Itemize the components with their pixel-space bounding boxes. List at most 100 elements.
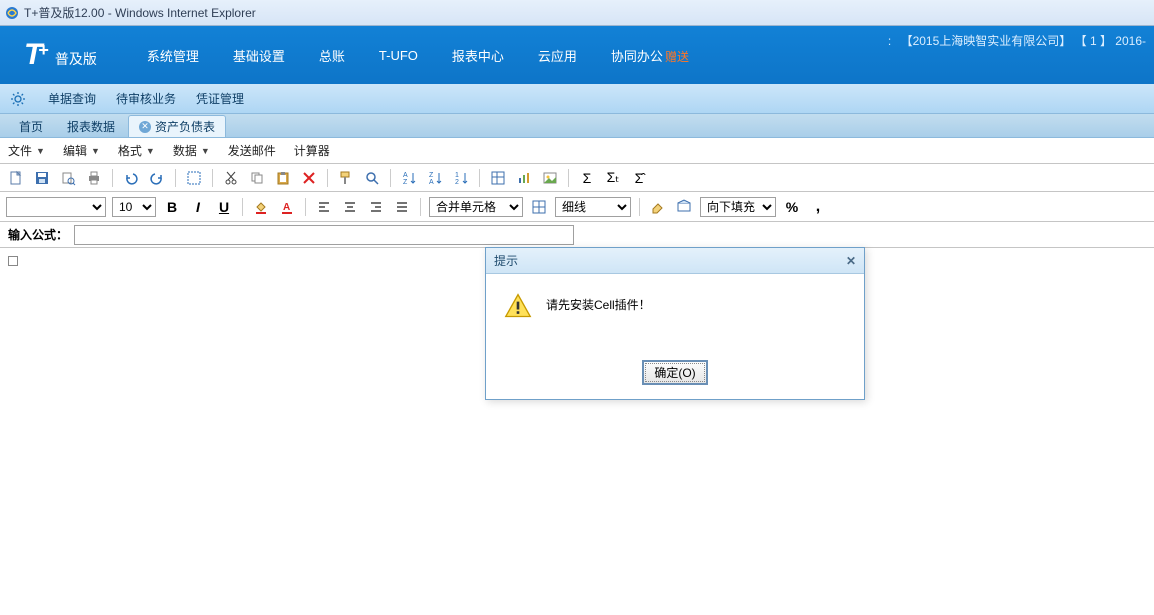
gear-icon[interactable] bbox=[8, 89, 28, 109]
menu-calculator[interactable]: 计算器 bbox=[294, 142, 330, 159]
formula-bar: 输入公式： bbox=[0, 222, 1154, 248]
print-icon[interactable] bbox=[84, 168, 104, 188]
sort-asc-icon[interactable]: AZ bbox=[399, 168, 419, 188]
percent-button[interactable]: % bbox=[782, 197, 802, 217]
menu-format-label: 格式 bbox=[118, 142, 142, 159]
chart-icon[interactable] bbox=[514, 168, 534, 188]
subnav-bill-query[interactable]: 单据查询 bbox=[48, 90, 96, 107]
underline-button[interactable]: U bbox=[214, 197, 234, 217]
separator bbox=[639, 198, 640, 216]
save-icon[interactable] bbox=[32, 168, 52, 188]
separator bbox=[305, 198, 306, 216]
alert-dialog: 提示 ✕ 请先安装Cell插件！ 确定(O) bbox=[485, 247, 865, 400]
dialog-message: 请先安装Cell插件！ bbox=[546, 292, 651, 313]
svg-text:A: A bbox=[429, 179, 434, 186]
font-color-icon[interactable]: A bbox=[277, 197, 297, 217]
freeze-panes-icon[interactable] bbox=[488, 168, 508, 188]
menu-data-label: 数据 bbox=[173, 142, 197, 159]
menu-edit[interactable]: 编辑 ▼ bbox=[63, 142, 100, 159]
copy-icon[interactable] bbox=[247, 168, 267, 188]
print-preview-icon[interactable] bbox=[58, 168, 78, 188]
sum-sub-icon[interactable]: Σₜ bbox=[603, 168, 623, 188]
company-label: 【2015上海映智实业有限公司】 bbox=[901, 34, 1072, 48]
italic-button[interactable]: I bbox=[188, 197, 208, 217]
cut-icon[interactable] bbox=[221, 168, 241, 188]
subnav-pending-audit[interactable]: 待审核业务 bbox=[116, 90, 176, 107]
line-style-select[interactable]: 细线 bbox=[555, 197, 631, 217]
sum-hat-icon[interactable]: Σ̂ bbox=[629, 168, 649, 188]
merge-cells-select[interactable]: 合并单元格 bbox=[429, 197, 523, 217]
separator bbox=[212, 169, 213, 187]
sort-num-icon[interactable]: 12 bbox=[451, 168, 471, 188]
comma-button[interactable]: , bbox=[808, 197, 828, 217]
tab-report-data[interactable]: 报表数据 bbox=[56, 115, 126, 137]
menu-file[interactable]: 文件▼ bbox=[8, 142, 45, 159]
new-icon[interactable] bbox=[6, 168, 26, 188]
menu-format[interactable]: 格式 ▼ bbox=[118, 142, 155, 159]
select-all-icon[interactable] bbox=[184, 168, 204, 188]
font-family-select[interactable] bbox=[6, 197, 106, 217]
nav-cloud-apps[interactable]: 云应用 bbox=[538, 46, 577, 65]
align-center-icon[interactable] bbox=[340, 197, 360, 217]
sum-icon[interactable]: Σ bbox=[577, 168, 597, 188]
dialog-body: 请先安装Cell插件！ bbox=[486, 274, 864, 354]
status-dot-icon: : bbox=[888, 34, 891, 48]
find-icon[interactable] bbox=[362, 168, 382, 188]
sheet-placeholder-icon bbox=[8, 256, 18, 266]
nav-report-center[interactable]: 报表中心 bbox=[452, 46, 504, 65]
nav-tufo[interactable]: T-UFO bbox=[379, 48, 418, 63]
caret-icon: ▼ bbox=[146, 146, 155, 156]
fill-color-icon[interactable] bbox=[251, 197, 271, 217]
separator bbox=[327, 169, 328, 187]
menu-data[interactable]: 数据 ▼ bbox=[173, 142, 210, 159]
svg-text:1: 1 bbox=[455, 172, 459, 179]
menu-edit-label: 编辑 bbox=[63, 142, 87, 159]
undo-icon[interactable] bbox=[121, 168, 141, 188]
font-size-select[interactable]: 10 bbox=[112, 197, 156, 217]
tab-balance-sheet[interactable]: ✕ 资产负债表 bbox=[128, 115, 226, 137]
menu-send-mail[interactable]: 发送邮件 bbox=[228, 142, 276, 159]
bold-button[interactable]: B bbox=[162, 197, 182, 217]
tab-home[interactable]: 首页 bbox=[8, 115, 54, 137]
caret-icon: ▼ bbox=[91, 146, 100, 156]
formula-label: 输入公式： bbox=[8, 226, 68, 243]
redo-icon[interactable] bbox=[147, 168, 167, 188]
app-header: T + 普及版 系统管理 基础设置 总账 T-UFO 报表中心 云应用 协同办公… bbox=[0, 26, 1154, 84]
dialog-close-button[interactable]: ✕ bbox=[846, 254, 856, 268]
caret-icon: ▼ bbox=[36, 146, 45, 156]
format-painter-icon[interactable] bbox=[336, 168, 356, 188]
nav-collab[interactable]: 协同办公赠送 bbox=[611, 46, 689, 65]
fill-down-select[interactable]: 向下填充 bbox=[700, 197, 776, 217]
align-left-icon[interactable] bbox=[314, 197, 334, 217]
align-right-icon[interactable] bbox=[366, 197, 386, 217]
nav-system-manage[interactable]: 系统管理 bbox=[147, 46, 199, 65]
logo: T + 普及版 bbox=[24, 38, 97, 72]
dialog-ok-button[interactable]: 确定(O) bbox=[642, 360, 707, 385]
separator bbox=[390, 169, 391, 187]
caret-icon: ▼ bbox=[201, 146, 210, 156]
tab-report-data-label: 报表数据 bbox=[67, 118, 115, 135]
logo-edition: 普及版 bbox=[55, 49, 97, 69]
border-icon[interactable] bbox=[529, 197, 549, 217]
align-justify-icon[interactable] bbox=[392, 197, 412, 217]
tab-home-label: 首页 bbox=[19, 118, 43, 135]
close-tab-icon[interactable]: ✕ bbox=[139, 121, 151, 133]
sort-desc-icon[interactable]: ZA bbox=[425, 168, 445, 188]
menu-bar: 文件▼ 编辑 ▼ 格式 ▼ 数据 ▼ 发送邮件 计算器 bbox=[0, 138, 1154, 164]
paste-icon[interactable] bbox=[273, 168, 293, 188]
formula-input[interactable] bbox=[74, 225, 574, 245]
cell-format-icon[interactable] bbox=[674, 197, 694, 217]
image-icon[interactable] bbox=[540, 168, 560, 188]
separator bbox=[568, 169, 569, 187]
ie-icon bbox=[4, 5, 20, 21]
nav-basic-settings[interactable]: 基础设置 bbox=[233, 46, 285, 65]
svg-text:Z: Z bbox=[403, 179, 408, 186]
sub-navbar: 单据查询 待审核业务 凭证管理 bbox=[0, 84, 1154, 114]
subnav-voucher-manage[interactable]: 凭证管理 bbox=[196, 90, 244, 107]
dialog-titlebar: 提示 ✕ bbox=[486, 248, 864, 274]
erase-format-icon[interactable] bbox=[648, 197, 668, 217]
toolbar-format: 10 B I U A 合并单元格 细线 向下填充 % , bbox=[0, 192, 1154, 222]
delete-icon[interactable] bbox=[299, 168, 319, 188]
nav-ledger[interactable]: 总账 bbox=[319, 46, 345, 65]
separator bbox=[479, 169, 480, 187]
